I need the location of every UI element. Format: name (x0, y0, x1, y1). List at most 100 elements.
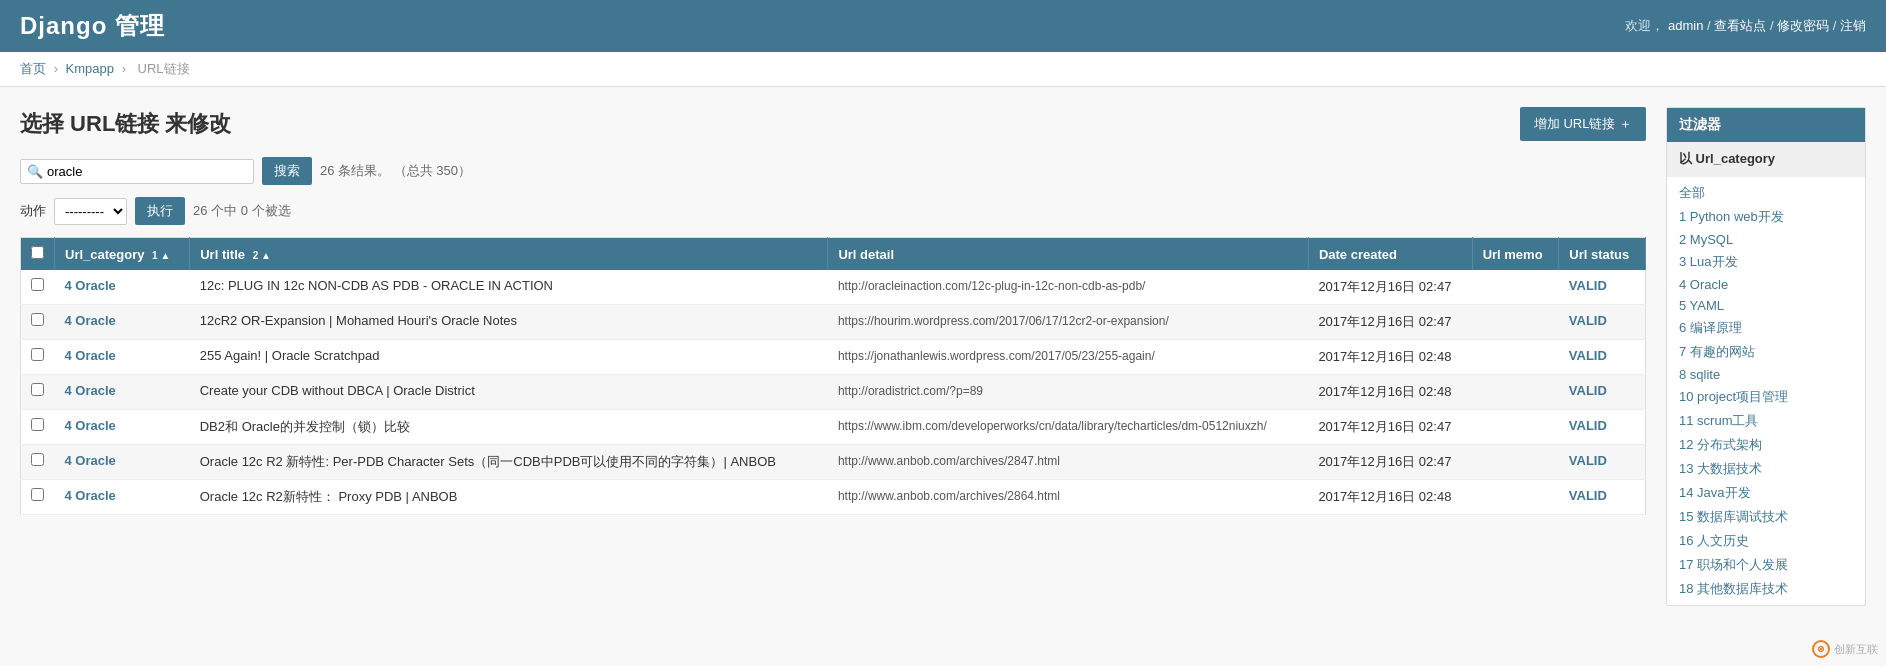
filter-link[interactable]: 18 其他数据库技术 (1679, 581, 1788, 596)
filter-list-item: 17 职场和个人发展 (1667, 553, 1865, 577)
filter-link[interactable]: 8 sqlite (1679, 367, 1720, 382)
url-detail-link[interactable]: http://www.anbob.com/archives/2864.html (838, 489, 1060, 503)
row-url-category: 4 Oracle (55, 375, 190, 410)
row-checkbox[interactable] (21, 340, 55, 375)
filter-link[interactable]: 7 有趣的网站 (1679, 344, 1755, 359)
url-category-link[interactable]: 4 Oracle (65, 278, 116, 293)
row-url-category: 4 Oracle (55, 410, 190, 445)
filter-list-item: 13 大数据技术 (1667, 457, 1865, 481)
status-badge: VALID (1569, 278, 1607, 293)
filter-link[interactable]: 13 大数据技术 (1679, 461, 1762, 476)
filter-link[interactable]: 16 人文历史 (1679, 533, 1749, 548)
filter-link[interactable]: 12 分布式架构 (1679, 437, 1762, 452)
row-url-memo (1472, 270, 1559, 305)
header-date-created[interactable]: Date created (1308, 238, 1472, 271)
table-row: 4 Oracle 255 Again! | Oracle Scratchpad … (21, 340, 1646, 375)
filter-link[interactable]: 15 数据库调试技术 (1679, 509, 1788, 524)
row-select-checkbox[interactable] (31, 383, 44, 396)
row-checkbox[interactable] (21, 410, 55, 445)
header-url-detail[interactable]: Url detail (828, 238, 1308, 271)
filter-subheader: 以 Url_category (1667, 142, 1865, 177)
header-checkbox[interactable] (21, 238, 55, 271)
filter-list-item: 12 分布式架构 (1667, 433, 1865, 457)
filter-list-item: 6 编译原理 (1667, 316, 1865, 340)
row-url-memo (1472, 410, 1559, 445)
url-detail-link[interactable]: http://oracleinaction.com/12c-plug-in-12… (838, 279, 1146, 293)
filter-link[interactable]: 10 project项目管理 (1679, 389, 1788, 404)
select-all-checkbox[interactable] (31, 246, 44, 259)
row-select-checkbox[interactable] (31, 488, 44, 501)
filter-link[interactable]: 2 MySQL (1679, 232, 1733, 247)
url-category-link[interactable]: 4 Oracle (65, 418, 116, 433)
view-site-link[interactable]: 查看站点 (1714, 18, 1766, 33)
status-badge: VALID (1569, 418, 1607, 433)
filter-list-item: 16 人文历史 (1667, 529, 1865, 553)
breadcrumb-home[interactable]: 首页 (20, 61, 46, 76)
row-url-status: VALID (1559, 480, 1646, 515)
search-icon: 🔍 (27, 164, 43, 179)
filter-link[interactable]: 6 编译原理 (1679, 320, 1742, 335)
row-url-detail: https://www.ibm.com/developerworks/cn/da… (828, 410, 1308, 445)
row-select-checkbox[interactable] (31, 418, 44, 431)
search-button[interactable]: 搜索 (262, 157, 312, 185)
table-row: 4 Oracle 12cR2 OR-Expansion | Mohamed Ho… (21, 305, 1646, 340)
admin-link[interactable]: admin (1668, 18, 1703, 33)
filter-link[interactable]: 4 Oracle (1679, 277, 1728, 292)
add-url-button[interactable]: 增加 URL链接 ＋ (1520, 107, 1646, 141)
filter-list-item: 3 Lua开发 (1667, 250, 1865, 274)
filter-link[interactable]: 5 YAML (1679, 298, 1724, 313)
url-detail-link[interactable]: https://www.ibm.com/developerworks/cn/da… (838, 419, 1267, 433)
row-url-memo (1472, 305, 1559, 340)
url-category-link[interactable]: 4 Oracle (65, 348, 116, 363)
row-select-checkbox[interactable] (31, 313, 44, 326)
welcome-text: 欢迎， (1625, 18, 1664, 33)
url-detail-link[interactable]: https://jonathanlewis.wordpress.com/2017… (838, 349, 1155, 363)
url-detail-link[interactable]: https://hourim.wordpress.com/2017/06/17/… (838, 314, 1169, 328)
header-url-title[interactable]: Url title 2 ▲ (190, 238, 828, 271)
header-url-category[interactable]: Url_category 1 ▲ (55, 238, 190, 271)
row-checkbox[interactable] (21, 270, 55, 305)
filter-link[interactable]: 1 Python web开发 (1679, 209, 1784, 224)
row-url-title: 12c: PLUG IN 12c NON-CDB AS PDB - ORACLE… (190, 270, 828, 305)
url-category-link[interactable]: 4 Oracle (65, 313, 116, 328)
row-checkbox[interactable] (21, 305, 55, 340)
filter-link[interactable]: 3 Lua开发 (1679, 254, 1738, 269)
search-bar: 🔍 搜索 26 条结果。 （总共 350） (20, 157, 1646, 185)
filter-link[interactable]: 全部 (1679, 185, 1705, 200)
row-checkbox[interactable] (21, 375, 55, 410)
change-password-link[interactable]: 修改密码 (1777, 18, 1829, 33)
url-category-link[interactable]: 4 Oracle (65, 488, 116, 503)
user-info: 欢迎， admin / 查看站点 / 修改密码 / 注销 (1625, 17, 1866, 35)
row-url-category: 4 Oracle (55, 445, 190, 480)
breadcrumb-current: URL链接 (138, 61, 190, 76)
row-select-checkbox[interactable] (31, 453, 44, 466)
table-row: 4 Oracle Oracle 12c R2 新特性: Per-PDB Char… (21, 445, 1646, 480)
action-select[interactable]: --------- (54, 198, 127, 225)
filter-link[interactable]: 11 scrum工具 (1679, 413, 1758, 428)
header-url-status[interactable]: Url status (1559, 238, 1646, 271)
table-row: 4 Oracle Create your CDB without DBCA | … (21, 375, 1646, 410)
breadcrumb-sep1: › (54, 61, 62, 76)
filter-link[interactable]: 17 职场和个人发展 (1679, 557, 1788, 572)
url-detail-link[interactable]: http://oradistrict.com/?p=89 (838, 384, 983, 398)
execute-button[interactable]: 执行 (135, 197, 185, 225)
breadcrumb: 首页 › Kmpapp › URL链接 (0, 52, 1886, 87)
row-date-created: 2017年12月16日 02:48 (1308, 480, 1472, 515)
filter-list-item: 7 有趣的网站 (1667, 340, 1865, 364)
url-detail-link[interactable]: http://www.anbob.com/archives/2847.html (838, 454, 1060, 468)
filter-link[interactable]: 14 Java开发 (1679, 485, 1751, 500)
row-select-checkbox[interactable] (31, 278, 44, 291)
status-badge: VALID (1569, 348, 1607, 363)
search-input[interactable] (47, 164, 247, 179)
table-header: Url_category 1 ▲ Url title 2 ▲ Url detai… (21, 238, 1646, 271)
breadcrumb-app[interactable]: Kmpapp (66, 61, 114, 76)
filter-list-item: 全部 (1667, 181, 1865, 205)
row-select-checkbox[interactable] (31, 348, 44, 361)
header-url-memo[interactable]: Url memo (1472, 238, 1559, 271)
logout-link[interactable]: 注销 (1840, 18, 1866, 33)
row-checkbox[interactable] (21, 445, 55, 480)
row-checkbox[interactable] (21, 480, 55, 515)
url-category-link[interactable]: 4 Oracle (65, 453, 116, 468)
url-category-link[interactable]: 4 Oracle (65, 383, 116, 398)
selection-info: 26 个中 0 个被选 (193, 202, 291, 220)
